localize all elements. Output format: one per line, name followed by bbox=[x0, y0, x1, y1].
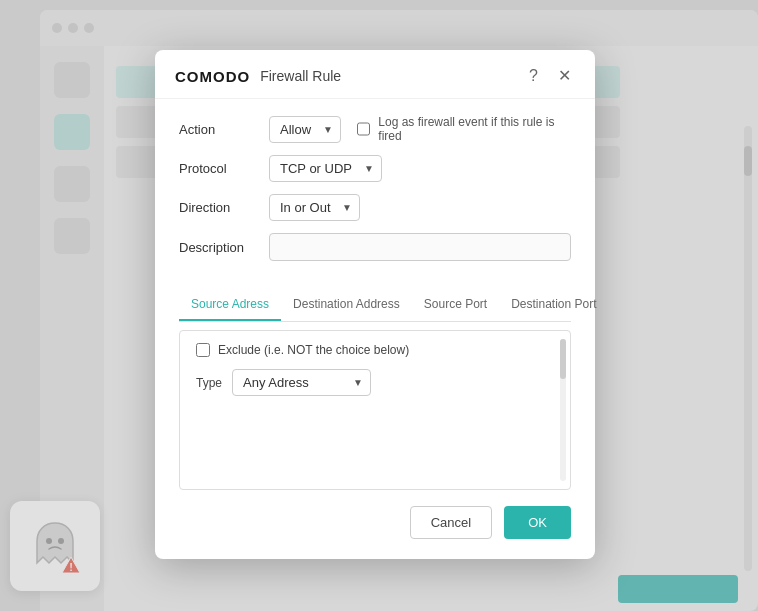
tabs-row: Source Adress Destination Address Source… bbox=[179, 289, 571, 322]
tab-destination-address[interactable]: Destination Address bbox=[281, 289, 412, 321]
tab-content-scrollbar-thumb bbox=[560, 339, 566, 379]
type-select[interactable]: Any Adress Host Name IP Address/Mask IP … bbox=[232, 369, 371, 396]
direction-select[interactable]: In or Out In Out bbox=[269, 194, 360, 221]
protocol-select-wrapper: TCP or UDP TCP UDP ICMP IP ▼ bbox=[269, 155, 382, 182]
tab-source-port[interactable]: Source Port bbox=[412, 289, 499, 321]
description-label: Description bbox=[179, 240, 269, 255]
firewall-rule-dialog: COMODO Firewall Rule ? ✕ Action Allow Bl… bbox=[155, 50, 595, 559]
dialog-body: Action Allow Block Ask ▼ Log as firewall… bbox=[155, 99, 595, 281]
exclude-checkbox[interactable] bbox=[196, 343, 210, 357]
protocol-select[interactable]: TCP or UDP TCP UDP ICMP IP bbox=[269, 155, 382, 182]
ok-button[interactable]: OK bbox=[504, 506, 571, 539]
dialog-header-actions: ? ✕ bbox=[525, 66, 575, 86]
cancel-button[interactable]: Cancel bbox=[410, 506, 492, 539]
log-checkbox-group: Log as firewall event if this rule is fi… bbox=[357, 115, 571, 143]
tab-destination-port[interactable]: Destination Port bbox=[499, 289, 608, 321]
direction-label: Direction bbox=[179, 200, 269, 215]
exclude-row: Exclude (i.e. NOT the choice below) bbox=[196, 343, 554, 357]
description-input[interactable] bbox=[269, 233, 571, 261]
type-label: Type bbox=[196, 376, 222, 390]
log-checkbox-label: Log as firewall event if this rule is fi… bbox=[378, 115, 571, 143]
dialog-footer: Cancel OK bbox=[155, 490, 595, 539]
type-select-wrapper: Any Adress Host Name IP Address/Mask IP … bbox=[232, 369, 371, 396]
protocol-row: Protocol TCP or UDP TCP UDP ICMP IP ▼ bbox=[179, 155, 571, 182]
tab-content-area: Exclude (i.e. NOT the choice below) Type… bbox=[179, 330, 571, 490]
comodo-logo: COMODO bbox=[175, 68, 250, 85]
direction-row: Direction In or Out In Out ▼ bbox=[179, 194, 571, 221]
close-button[interactable]: ✕ bbox=[554, 66, 575, 86]
action-select-wrapper: Allow Block Ask ▼ bbox=[269, 116, 341, 143]
tab-content-scrollbar[interactable] bbox=[560, 339, 566, 481]
log-checkbox[interactable] bbox=[357, 122, 370, 136]
help-button[interactable]: ? bbox=[525, 66, 542, 86]
action-label: Action bbox=[179, 122, 269, 137]
protocol-label: Protocol bbox=[179, 161, 269, 176]
action-row: Action Allow Block Ask ▼ Log as firewall… bbox=[179, 115, 571, 143]
action-controls: Allow Block Ask ▼ Log as firewall event … bbox=[269, 115, 571, 143]
direction-select-wrapper: In or Out In Out ▼ bbox=[269, 194, 360, 221]
action-select[interactable]: Allow Block Ask bbox=[269, 116, 341, 143]
description-row: Description bbox=[179, 233, 571, 261]
dialog-title: Firewall Rule bbox=[260, 68, 341, 84]
exclude-label: Exclude (i.e. NOT the choice below) bbox=[218, 343, 409, 357]
dialog-header: COMODO Firewall Rule ? ✕ bbox=[155, 50, 595, 99]
type-row: Type Any Adress Host Name IP Address/Mas… bbox=[196, 369, 554, 396]
tab-source-address[interactable]: Source Adress bbox=[179, 289, 281, 321]
